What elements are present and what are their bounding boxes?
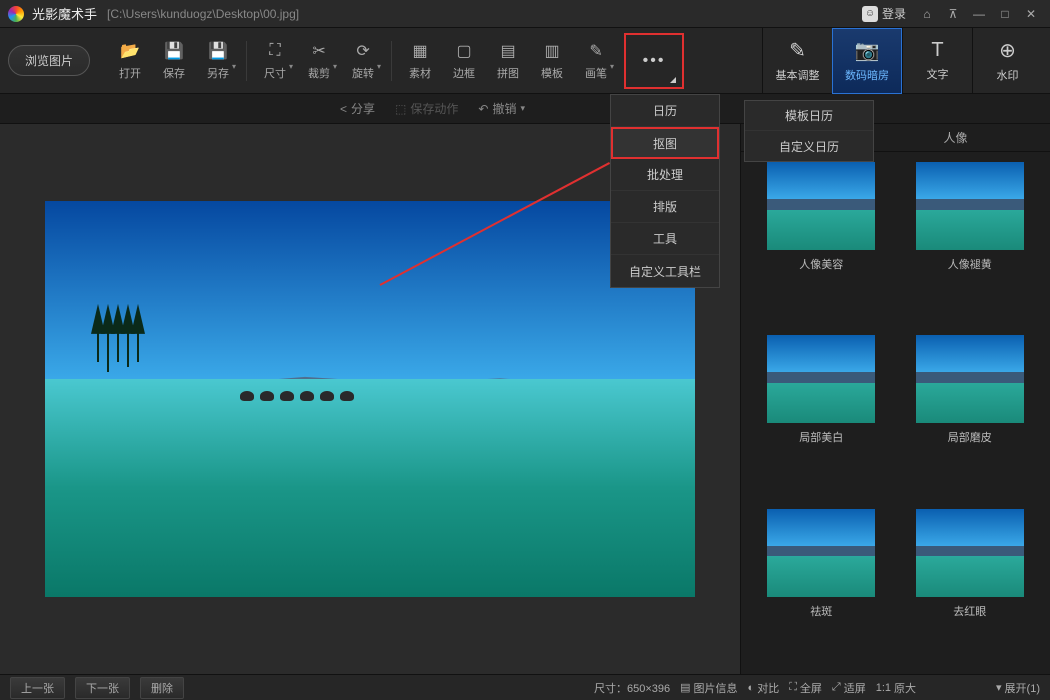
thumb-item[interactable]: 局部美白 bbox=[759, 335, 884, 490]
watermark-icon: ⊕ bbox=[999, 38, 1016, 63]
calendar-submenu: 模板日历 自定义日历 bbox=[744, 100, 874, 162]
dropdown-corner-icon bbox=[670, 77, 676, 83]
original-button[interactable]: 1:1原大 bbox=[876, 680, 916, 696]
title-bar: 光影魔术手 [C:\Users\kunduogz\Desktop\00.jpg]… bbox=[0, 0, 1050, 28]
thumb-item[interactable]: 祛斑 bbox=[759, 509, 884, 664]
app-title: 光影魔术手 bbox=[32, 4, 97, 23]
modetab-text[interactable]: T文字 bbox=[902, 28, 972, 94]
adjust-icon: ✎ bbox=[789, 38, 806, 63]
more-tools-button[interactable]: ••• bbox=[624, 33, 684, 89]
dropdown-item-calendar[interactable]: 日历 bbox=[611, 95, 719, 127]
open-button[interactable]: 📂打开 bbox=[108, 33, 152, 89]
main-toolbar: 浏览图片 📂打开 💾保存 💾另存▾ ⛶尺寸▾ ✂裁剪▾ ⟳旋转▾ ▦素材 ▢边框… bbox=[0, 28, 1050, 94]
share-button[interactable]: <分享 bbox=[340, 100, 375, 117]
original-icon: 1:1 bbox=[876, 682, 891, 694]
expand-button[interactable]: ▾展开(1) bbox=[996, 680, 1040, 696]
compare-icon: ◐ bbox=[748, 682, 755, 694]
dropdown-item-batch[interactable]: 批处理 bbox=[611, 159, 719, 191]
thumb-item[interactable]: 局部磨皮 bbox=[908, 335, 1033, 490]
maximize-button[interactable]: □ bbox=[994, 5, 1016, 23]
fit-button[interactable]: ⤢适屏 bbox=[832, 680, 866, 696]
frame-button[interactable]: ▢边框 bbox=[442, 33, 486, 89]
thumb-item[interactable]: 人像美容 bbox=[759, 162, 884, 317]
template-icon: ▥ bbox=[542, 41, 562, 61]
submenu-custom-calendar[interactable]: 自定义日历 bbox=[745, 131, 873, 161]
fullscreen-button[interactable]: ⛶全屏 bbox=[789, 680, 822, 696]
collage-icon: ▤ bbox=[498, 41, 518, 61]
browse-button[interactable]: 浏览图片 bbox=[8, 45, 90, 76]
rotate-button[interactable]: ⟳旋转▾ bbox=[341, 33, 385, 89]
undo-button[interactable]: ↶撤销▾ bbox=[478, 100, 525, 117]
dropdown-item-cutout[interactable]: 抠图 bbox=[611, 127, 719, 159]
more-icon: ••• bbox=[643, 52, 666, 70]
login-label: 登录 bbox=[882, 5, 906, 22]
undo-icon: ↶ bbox=[478, 102, 488, 116]
dropdown-item-tools[interactable]: 工具 bbox=[611, 223, 719, 255]
app-logo-icon bbox=[8, 6, 24, 22]
canvas-image[interactable] bbox=[45, 201, 695, 597]
brush-icon: ✎ bbox=[586, 41, 606, 61]
material-button[interactable]: ▦素材 bbox=[398, 33, 442, 89]
effect-thumbnails: 人像美容 人像褪黄 局部美白 局部磨皮 祛斑 去红眼 bbox=[741, 152, 1050, 674]
info-icon: ▤ bbox=[680, 681, 690, 694]
crop-icon: ✂ bbox=[309, 41, 329, 61]
folder-icon: 📂 bbox=[120, 41, 140, 61]
camera-icon: 📷 bbox=[855, 38, 880, 63]
brush-button[interactable]: ✎画笔▾ bbox=[574, 33, 618, 89]
user-icon: ☺ bbox=[862, 6, 878, 22]
saveas-icon: 💾 bbox=[208, 41, 228, 61]
share-icon: < bbox=[340, 102, 347, 116]
size-label: 尺寸：650×396 bbox=[594, 680, 670, 696]
template-button[interactable]: ▥模板 bbox=[530, 33, 574, 89]
modetab-digital[interactable]: 📷数码暗房 bbox=[832, 28, 902, 94]
pin-button[interactable]: ⊼ bbox=[942, 5, 964, 23]
minimize-button[interactable]: — bbox=[968, 5, 990, 23]
modetab-watermark[interactable]: ⊕水印 bbox=[972, 28, 1042, 94]
compare-button[interactable]: ◐对比 bbox=[748, 680, 780, 696]
dropdown-item-customize[interactable]: 自定义工具栏 bbox=[611, 255, 719, 287]
next-button[interactable]: 下一张 bbox=[75, 677, 130, 699]
content-area: 胶片 人像 人像美容 人像褪黄 局部美白 局部磨皮 祛斑 去红眼 bbox=[0, 124, 1050, 674]
save-icon: 💾 bbox=[164, 41, 184, 61]
home-button[interactable]: ⌂ bbox=[916, 5, 938, 23]
sub-toolbar: <分享 ⬚保存动作 ↶撤销▾ bbox=[0, 94, 1050, 124]
material-icon: ▦ bbox=[410, 41, 430, 61]
frame-icon: ▢ bbox=[454, 41, 474, 61]
thumb-item[interactable]: 去红眼 bbox=[908, 509, 1033, 664]
save-action-button[interactable]: ⬚保存动作 bbox=[395, 100, 458, 117]
more-tools-dropdown: 日历 抠图 批处理 排版 工具 自定义工具栏 bbox=[610, 94, 720, 288]
rotate-icon: ⟳ bbox=[353, 41, 373, 61]
file-path: [C:\Users\kunduogz\Desktop\00.jpg] bbox=[107, 7, 299, 21]
thumb-item[interactable]: 人像褪黄 bbox=[908, 162, 1033, 317]
record-icon: ⬚ bbox=[395, 102, 406, 116]
rp-tab-portrait[interactable]: 人像 bbox=[861, 124, 1050, 151]
dropdown-item-layout[interactable]: 排版 bbox=[611, 191, 719, 223]
fit-icon: ⤢ bbox=[832, 681, 841, 694]
save-button[interactable]: 💾保存 bbox=[152, 33, 196, 89]
text-icon: T bbox=[931, 39, 943, 62]
prev-button[interactable]: 上一张 bbox=[10, 677, 65, 699]
collage-button[interactable]: ▤拼图 bbox=[486, 33, 530, 89]
fullscreen-icon: ⛶ bbox=[789, 681, 797, 694]
size-button[interactable]: ⛶尺寸▾ bbox=[253, 33, 297, 89]
modetab-basic[interactable]: ✎基本调整 bbox=[762, 28, 832, 94]
login-button[interactable]: ☺ 登录 bbox=[856, 3, 912, 24]
close-button[interactable]: ✕ bbox=[1020, 5, 1042, 23]
saveas-button[interactable]: 💾另存▾ bbox=[196, 33, 240, 89]
submenu-template-calendar[interactable]: 模板日历 bbox=[745, 101, 873, 131]
info-button[interactable]: ▤图片信息 bbox=[680, 680, 737, 696]
delete-button[interactable]: 删除 bbox=[140, 677, 184, 699]
crop-button[interactable]: ✂裁剪▾ bbox=[297, 33, 341, 89]
bottom-bar: 上一张 下一张 删除 尺寸：650×396 ▤图片信息 ◐对比 ⛶全屏 ⤢适屏 … bbox=[0, 674, 1050, 700]
mode-tabs: ✎基本调整 📷数码暗房 T文字 ⊕水印 bbox=[762, 28, 1042, 94]
resize-icon: ⛶ bbox=[265, 41, 285, 61]
right-panel: 胶片 人像 人像美容 人像褪黄 局部美白 局部磨皮 祛斑 去红眼 bbox=[740, 124, 1050, 674]
expand-icon: ▾ bbox=[996, 681, 1002, 694]
